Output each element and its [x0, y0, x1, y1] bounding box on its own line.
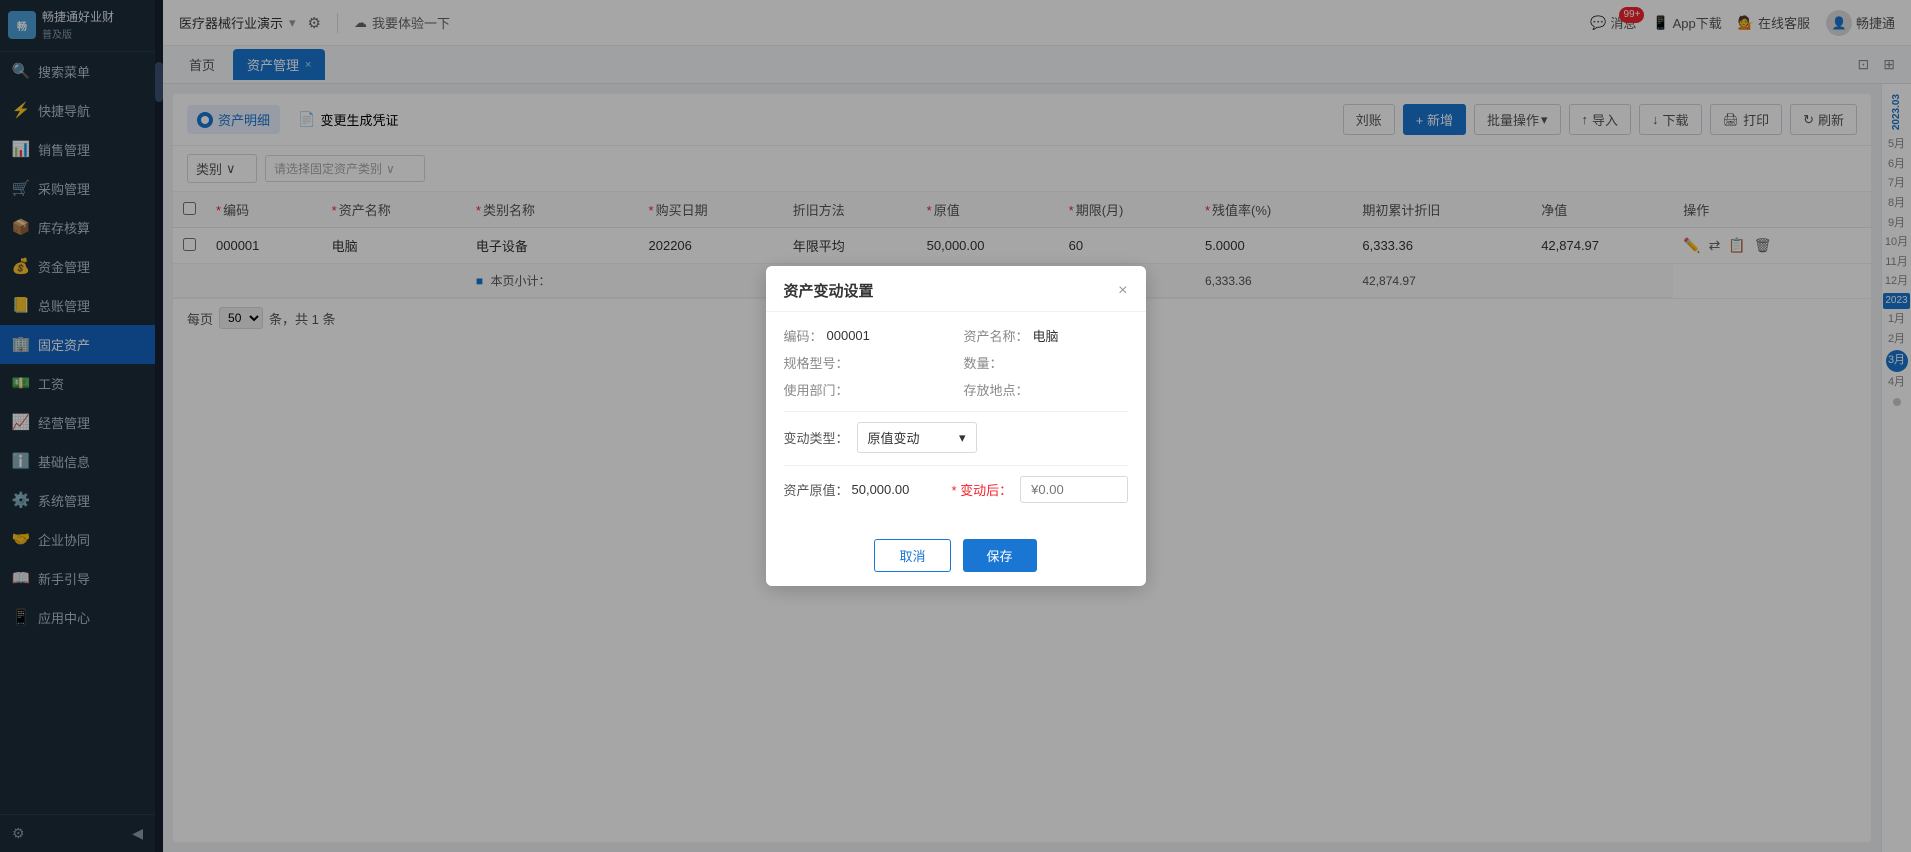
- cancel-button[interactable]: 取消: [874, 539, 950, 572]
- modal-quantity-label: 数量：: [964, 353, 1003, 372]
- modal-change-type-label: 变动类型：: [784, 428, 849, 447]
- modal-quantity-field: 数量：: [964, 353, 1128, 372]
- modal-divider2: [784, 465, 1128, 466]
- modal-code-field: 编码： 000001: [784, 326, 948, 345]
- modal-asset-name-value: 电脑: [1033, 326, 1059, 345]
- modal-code-value: 000001: [827, 328, 870, 343]
- modal-header: 资产变动设置 ×: [766, 266, 1146, 312]
- asset-change-modal: 资产变动设置 × 编码： 000001 资产名称： 电脑 规格型号： 数量：: [766, 266, 1146, 586]
- modal-asset-name-label: 资产名称：: [964, 326, 1029, 345]
- modal-location-field: 存放地点：: [964, 380, 1128, 399]
- modal-dept-field: 使用部门：: [784, 380, 948, 399]
- modal-change-type-value: 原值变动: [868, 428, 920, 447]
- modal-overlay[interactable]: 资产变动设置 × 编码： 000001 资产名称： 电脑 规格型号： 数量：: [0, 0, 1911, 852]
- modal-spec-field: 规格型号：: [784, 353, 948, 372]
- save-button[interactable]: 保存: [963, 539, 1037, 572]
- modal-dept-label: 使用部门：: [784, 380, 849, 399]
- modal-divider1: [784, 411, 1128, 412]
- modal-change-type-select[interactable]: 原值变动 ▾: [857, 422, 977, 453]
- modal-asset-original-row: 资产原值： 50,000.00 * 变动后：: [784, 476, 1128, 503]
- modal-footer: 取消 保存: [766, 529, 1146, 586]
- modal-spec-label: 规格型号：: [784, 353, 849, 372]
- modal-after-change-input[interactable]: [1020, 476, 1127, 503]
- modal-after-change-label: * 变动后：: [952, 480, 1013, 499]
- modal-asset-original-label: 资产原值：: [784, 480, 844, 499]
- modal-change-type-arrow: ▾: [959, 430, 966, 446]
- modal-asset-name-field: 资产名称： 电脑: [964, 326, 1128, 345]
- modal-body: 编码： 000001 资产名称： 电脑 规格型号： 数量： 使用部门：: [766, 312, 1146, 529]
- modal-info-grid: 编码： 000001 资产名称： 电脑 规格型号： 数量： 使用部门：: [784, 326, 1128, 399]
- modal-asset-original-value: 50,000.00: [852, 482, 932, 497]
- modal-code-label: 编码：: [784, 326, 823, 345]
- modal-close-button[interactable]: ×: [1118, 282, 1127, 300]
- modal-change-type-row: 变动类型： 原值变动 ▾: [784, 422, 1128, 453]
- modal-location-label: 存放地点：: [964, 380, 1029, 399]
- modal-title: 资产变动设置: [784, 280, 874, 301]
